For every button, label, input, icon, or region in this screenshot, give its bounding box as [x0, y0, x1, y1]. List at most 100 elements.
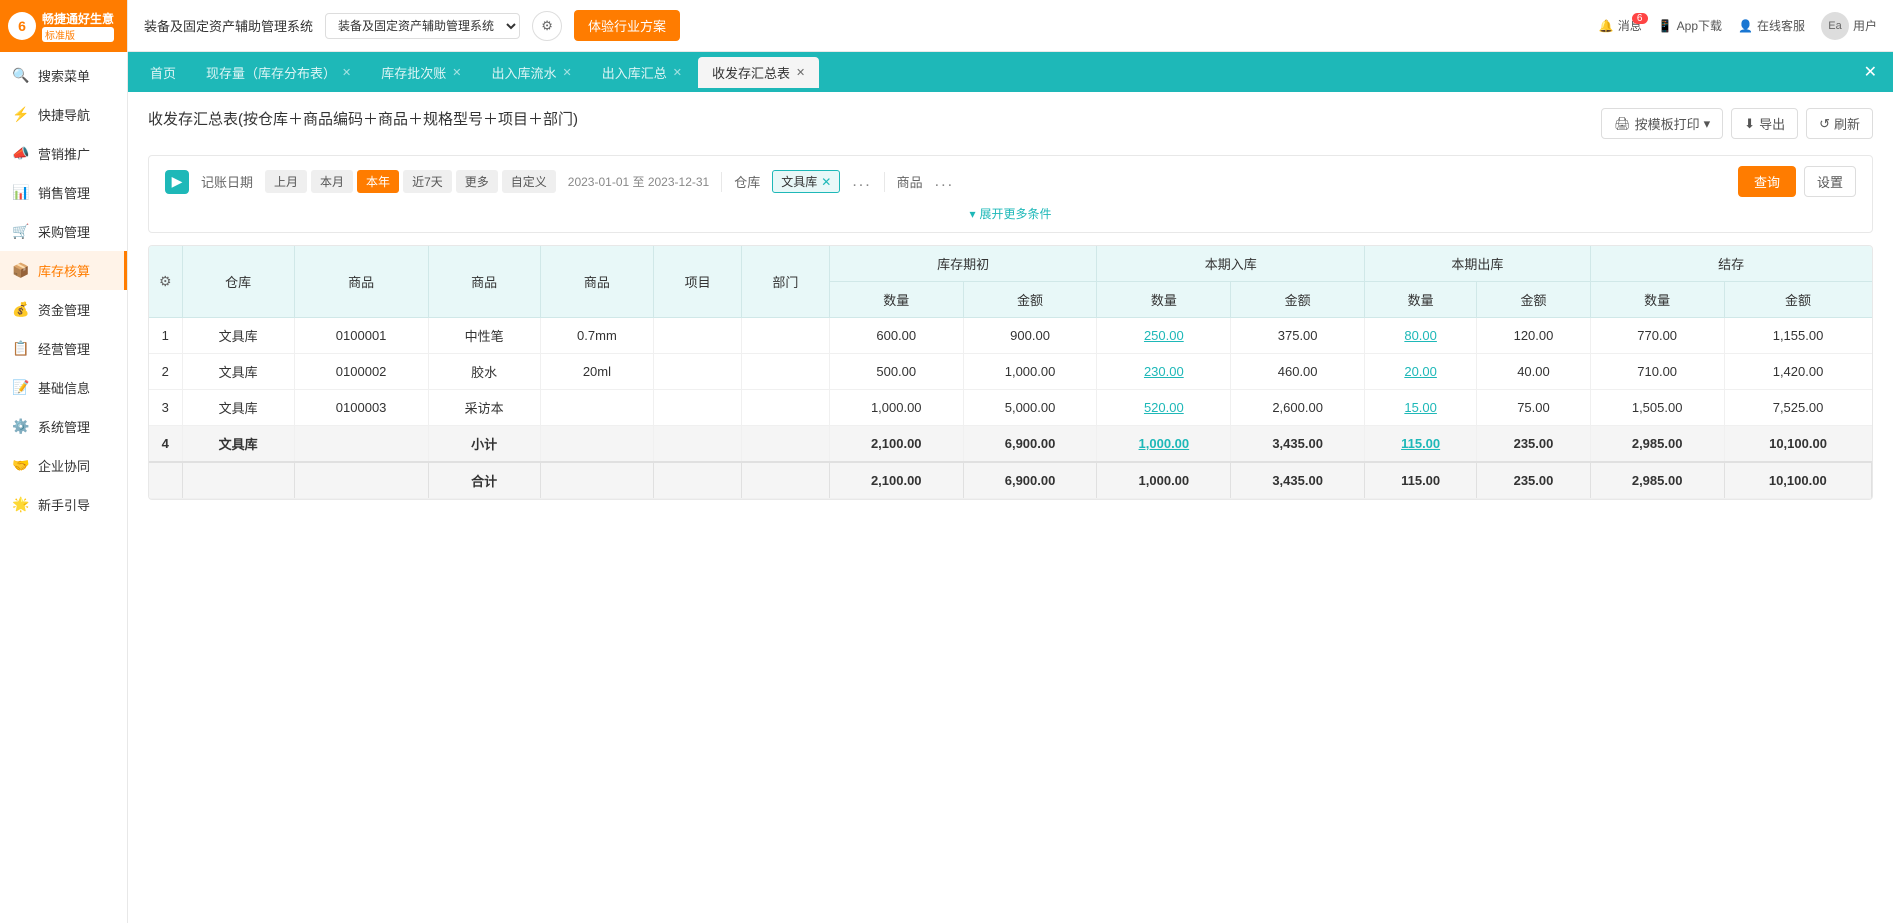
- cell-subtotal-goods-code: [294, 426, 428, 463]
- tab-close-inout-flow[interactable]: ✕: [563, 66, 572, 79]
- tab-close-inventory-dist[interactable]: ✕: [342, 66, 351, 79]
- th-in-qty: 数量: [1097, 282, 1231, 318]
- user-menu[interactable]: Ea 用户: [1821, 12, 1877, 40]
- tab-inventory-dist[interactable]: 现存量（库存分布表） ✕: [192, 57, 365, 88]
- data-table: ⚙ 仓库 商品 商品 商品 项目 部门 库存期初 本期入库 本期出库 结存: [148, 245, 1873, 500]
- goods-more-dots[interactable]: ...: [935, 173, 954, 191]
- tab-inout-flow[interactable]: 出入库流水 ✕: [477, 57, 585, 88]
- refresh-button[interactable]: ↺ 刷新: [1806, 108, 1873, 139]
- filter-expand-row[interactable]: ▾ 展开更多条件: [165, 205, 1856, 222]
- tab-home[interactable]: 首页: [136, 57, 190, 88]
- date-btn-this-year[interactable]: 本年: [357, 170, 399, 193]
- trial-button[interactable]: 体验行业方案: [574, 10, 680, 41]
- cell-subtotal-in-qty[interactable]: 1,000.00: [1097, 426, 1231, 463]
- th-opening-group: 库存期初: [829, 246, 1097, 282]
- cell-subtotal-closing-amt: 10,100.00: [1724, 426, 1871, 463]
- subtotal-row: 4 文具库 小计 2,100.00 6,900.00 1,000.00 3,43…: [149, 426, 1872, 463]
- tab-batch-account[interactable]: 库存批次账 ✕: [367, 57, 475, 88]
- total-opening-qty: 2,100.00: [829, 462, 963, 499]
- th-opening-amt: 金额: [963, 282, 1097, 318]
- cell-goods-name: 采访本: [428, 390, 540, 426]
- sidebar-item-quick-nav[interactable]: ⚡ 快捷导航: [0, 95, 127, 134]
- export-button[interactable]: ⬇ 导出: [1731, 108, 1798, 139]
- date-btn-last-month[interactable]: 上月: [265, 170, 307, 193]
- query-button[interactable]: 查询: [1738, 166, 1796, 197]
- cell-no: 3: [149, 390, 182, 426]
- th-settings: ⚙: [149, 246, 182, 318]
- cell-out-qty[interactable]: 80.00: [1365, 318, 1477, 354]
- cell-opening-amt: 1,000.00: [963, 354, 1097, 390]
- topbar-settings-button[interactable]: ⚙: [532, 11, 562, 41]
- tabbar-close-all[interactable]: ✕: [1856, 62, 1885, 82]
- sidebar-item-sales[interactable]: 📊 销售管理: [0, 173, 127, 212]
- cell-in-qty[interactable]: 250.00: [1097, 318, 1231, 354]
- cell-project: [654, 390, 742, 426]
- sidebar-item-system[interactable]: ⚙️ 系统管理: [0, 407, 127, 446]
- chevron-down-icon: ▾: [1704, 116, 1711, 132]
- cell-opening-qty: 600.00: [829, 318, 963, 354]
- cell-closing-qty: 1,505.00: [1590, 390, 1724, 426]
- sidebar-item-base-info[interactable]: 📝 基础信息: [0, 368, 127, 407]
- user-label: 用户: [1853, 17, 1877, 34]
- warehouse-filter-label: 仓库: [734, 172, 760, 191]
- lightning-icon: ⚡: [12, 106, 30, 123]
- handshake-icon: 🤝: [12, 457, 30, 474]
- online-service-button[interactable]: 👤 在线客服: [1738, 17, 1805, 34]
- tabbar: 首页 现存量（库存分布表） ✕ 库存批次账 ✕ 出入库流水 ✕ 出入库汇总 ✕ …: [128, 52, 1893, 92]
- date-btn-last-7-days[interactable]: 近7天: [403, 170, 452, 193]
- app-download-button[interactable]: 📱 App下载: [1658, 17, 1722, 34]
- cell-goods-name: 胶水: [428, 354, 540, 390]
- notification-button[interactable]: 🔔 消息 6: [1599, 17, 1642, 34]
- date-btn-more[interactable]: 更多: [456, 170, 498, 193]
- tab-close-batch-account[interactable]: ✕: [452, 66, 461, 79]
- sidebar-item-search[interactable]: 🔍 搜索菜单: [0, 56, 127, 95]
- th-department: 部门: [742, 246, 830, 318]
- th-closing-group: 结存: [1590, 246, 1871, 282]
- th-out-qty: 数量: [1365, 282, 1477, 318]
- main-area: 装备及固定资产辅助管理系统 装备及固定资产辅助管理系统 ⚙ 体验行业方案 🔔 消…: [128, 0, 1893, 923]
- cell-out-qty[interactable]: 15.00: [1365, 390, 1477, 426]
- sidebar-item-enterprise[interactable]: 🤝 企业协同: [0, 446, 127, 485]
- logo-badge: 标准版: [42, 27, 114, 42]
- system-select[interactable]: 装备及固定资产辅助管理系统: [325, 13, 520, 39]
- sidebar-item-inventory[interactable]: 📦 库存核算: [0, 251, 127, 290]
- warehouse-tag-close[interactable]: ✕: [821, 175, 831, 189]
- sidebar: 6 畅捷通好生意 标准版 🔍 搜索菜单 ⚡ 快捷导航 📣 营销推广 📊 销售管理…: [0, 0, 128, 923]
- filter-toggle-button[interactable]: ▶: [165, 170, 189, 194]
- tab-inout-summary[interactable]: 出入库汇总 ✕: [588, 57, 696, 88]
- total-closing-amt: 10,100.00: [1724, 462, 1871, 499]
- filter-actions: 查询 设置: [1738, 166, 1856, 197]
- content-area: 收发存汇总表(按仓库＋商品编码＋商品＋规格型号＋项目＋部门) 🖨 按模板打印 ▾…: [128, 92, 1893, 923]
- warehouse-more-dots[interactable]: ...: [852, 173, 871, 191]
- tab-receive-send[interactable]: 收发存汇总表 ✕: [698, 57, 819, 88]
- sidebar-item-marketing[interactable]: 📣 营销推广: [0, 134, 127, 173]
- total-out-qty: 115.00: [1365, 462, 1477, 499]
- print-button[interactable]: 🖨 按模板打印 ▾: [1601, 108, 1723, 139]
- tab-close-receive-send[interactable]: ✕: [796, 66, 805, 79]
- filter-settings-button[interactable]: 设置: [1804, 166, 1856, 197]
- date-btn-custom[interactable]: 自定义: [502, 170, 556, 193]
- cell-goods-code: 0100002: [294, 354, 428, 390]
- th-closing-amt: 金额: [1724, 282, 1871, 318]
- total-opening-amt: 6,900.00: [963, 462, 1097, 499]
- sidebar-item-finance[interactable]: 💰 资金管理: [0, 290, 127, 329]
- cell-out-qty[interactable]: 20.00: [1365, 354, 1477, 390]
- cell-in-amt: 2,600.00: [1231, 390, 1365, 426]
- sidebar-item-purchase[interactable]: 🛒 采购管理: [0, 212, 127, 251]
- th-closing-qty: 数量: [1590, 282, 1724, 318]
- cell-opening-amt: 5,000.00: [963, 390, 1097, 426]
- sidebar-nav: 🔍 搜索菜单 ⚡ 快捷导航 📣 营销推广 📊 销售管理 🛒 采购管理 📦 库存核…: [0, 52, 127, 923]
- tab-close-inout-summary[interactable]: ✕: [673, 66, 682, 79]
- sidebar-item-operations[interactable]: 📋 经营管理: [0, 329, 127, 368]
- cell-subtotal-spec: [540, 426, 653, 463]
- cell-in-qty[interactable]: 230.00: [1097, 354, 1231, 390]
- bell-icon: 🔔: [1599, 19, 1614, 33]
- cell-in-qty[interactable]: 520.00: [1097, 390, 1231, 426]
- cell-project: [654, 354, 742, 390]
- date-btn-this-month[interactable]: 本月: [311, 170, 353, 193]
- cell-subtotal-out-qty[interactable]: 115.00: [1365, 426, 1477, 463]
- cell-goods-spec: 20ml: [540, 354, 653, 390]
- cell-subtotal-label: 小计: [428, 426, 540, 463]
- column-settings-icon[interactable]: ⚙: [159, 273, 172, 289]
- sidebar-item-guide[interactable]: 🌟 新手引导: [0, 485, 127, 524]
